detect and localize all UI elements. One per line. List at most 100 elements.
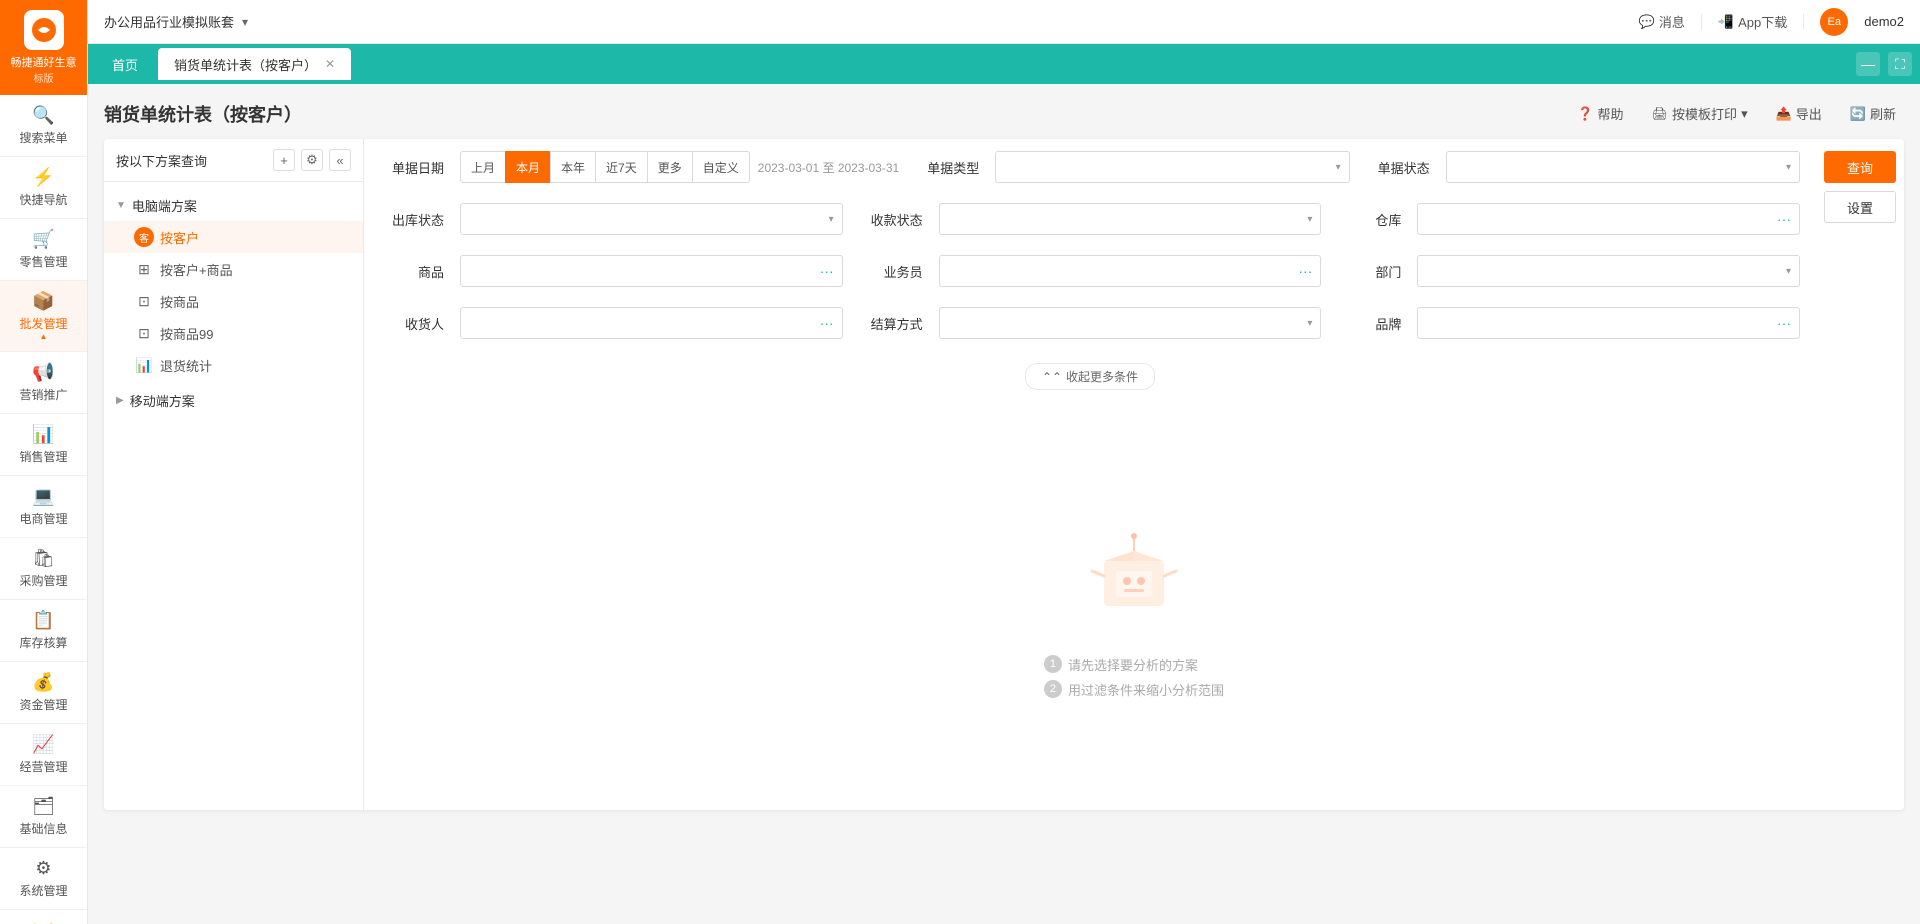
- status-label: 单据状态: [1366, 158, 1430, 177]
- tree-item-by-product99[interactable]: ⊡ 按商品99: [104, 317, 363, 349]
- tree-item-by-customer-product[interactable]: ⊞ 按客户+商品: [104, 253, 363, 285]
- marketing-icon: 📢: [32, 362, 54, 383]
- tab-sales-stat[interactable]: 销货单统计表（按客户） ✕: [158, 48, 351, 80]
- sidebar-item-operations[interactable]: 📈 经营管理: [0, 724, 88, 786]
- template-print-button[interactable]: 🖨 按模板打印 ▾: [1644, 100, 1756, 127]
- username[interactable]: demo2: [1864, 14, 1904, 29]
- dept-arrow: ▾: [1786, 266, 1791, 277]
- message-button[interactable]: 💬 消息: [1639, 12, 1685, 31]
- scheme-add-button[interactable]: +: [273, 149, 295, 171]
- basic-icon: 🗂: [32, 796, 55, 817]
- receiver-filter[interactable]: ···: [460, 307, 843, 339]
- retail-icon: 🛒: [32, 229, 54, 250]
- tree-item-by-customer[interactable]: 客 按客户: [104, 221, 363, 253]
- tab-home[interactable]: 首页: [96, 48, 154, 80]
- sidebar-item-retail[interactable]: 🛒 零售管理: [0, 219, 88, 281]
- app-subtitle: 标版: [34, 70, 54, 85]
- tree-group-pc-header[interactable]: ▼ 电脑端方案: [104, 190, 363, 221]
- warehouse-filter[interactable]: ···: [1417, 203, 1800, 235]
- divider: [1701, 14, 1702, 30]
- brand-label: 品牌: [1337, 314, 1401, 333]
- filter-row-3: 商品 ··· 业务员 ··· 部门: [364, 247, 1816, 287]
- query-button[interactable]: 查询: [1824, 151, 1896, 183]
- sidebar-item-label: 资金管理: [19, 696, 67, 713]
- sidebar-item-inventory[interactable]: 📋 库存核算: [0, 600, 88, 662]
- tab-close-button[interactable]: ✕: [325, 57, 335, 71]
- sidebar-item-quick-nav[interactable]: ⚡ 快捷导航: [0, 157, 88, 219]
- tree-item-by-product[interactable]: ⊡ 按商品: [104, 285, 363, 317]
- tree-collapse-arrow: ▶: [116, 395, 124, 406]
- empty-tip-1: 1 请先选择要分析的方案: [1044, 655, 1224, 674]
- date-btn-7days[interactable]: 近7天: [595, 151, 647, 183]
- page-actions: ❓ 帮助 🖨 按模板打印 ▾ 📤 导出 🔄 刷新: [1569, 100, 1904, 127]
- tree-group-label: 电脑端方案: [132, 196, 197, 215]
- purchase-icon: 🛍: [32, 548, 55, 569]
- avatar[interactable]: Ea: [1820, 8, 1848, 36]
- tab-fullscreen-button[interactable]: ⛶: [1888, 52, 1912, 76]
- date-btn-more[interactable]: 更多: [647, 151, 692, 183]
- help-button[interactable]: ❓ 帮助: [1569, 100, 1631, 127]
- goods-label: 商品: [380, 262, 444, 281]
- sidebar-item-label: 电商管理: [19, 510, 67, 527]
- inventory-icon: 📋: [32, 610, 54, 631]
- sidebar-item-ecommerce[interactable]: 💻 电商管理: [0, 476, 88, 538]
- stock-status-filter[interactable]: ▾: [460, 203, 843, 235]
- status-filter[interactable]: ▾: [1446, 151, 1800, 183]
- receiver-dots: ···: [820, 315, 834, 331]
- app-download-button[interactable]: 📲 App下载: [1718, 12, 1787, 31]
- warehouse-label: 仓库: [1337, 210, 1401, 229]
- sidebar-item-system[interactable]: ⚙ 系统管理: [0, 848, 88, 910]
- filter-row-2: 出库状态 ▾ 收款状态 ▾ 仓库: [364, 195, 1816, 235]
- topbar-left: 办公用品行业模拟账套 ▾: [104, 12, 248, 31]
- sidebar-item-purchase[interactable]: 🛍 采购管理: [0, 538, 88, 600]
- topbar-dropdown-arrow[interactable]: ▾: [242, 15, 248, 29]
- settings-button[interactable]: 设置: [1824, 191, 1896, 223]
- salesperson-filter[interactable]: ···: [939, 255, 1322, 287]
- collapse-bar: ⌃⌃ 收起更多条件: [364, 355, 1816, 398]
- status-dropdown-arrow: ▾: [1786, 162, 1791, 173]
- pay-status-filter[interactable]: ▾: [939, 203, 1322, 235]
- wholesale-icon: 📦: [32, 291, 54, 312]
- app-logo: 畅捷通好生意 标版: [0, 0, 88, 95]
- sidebar-item-enterprise[interactable]: 🤝 企业协同: [0, 910, 88, 924]
- date-btn-this-month[interactable]: 本月: [505, 151, 550, 183]
- page-title: 销货单统计表（按客户）: [104, 101, 302, 127]
- empty-state: 1 请先选择要分析的方案 2 用过滤条件来缩小分析范围: [1044, 516, 1224, 705]
- collapse-button[interactable]: ⌃⌃ 收起更多条件: [1025, 363, 1155, 390]
- date-btn-last-month[interactable]: 上月: [460, 151, 505, 183]
- sidebar-item-sales[interactable]: 📊 销售管理: [0, 414, 88, 476]
- type-filter[interactable]: ▾: [995, 151, 1349, 183]
- tree-expand-arrow: ▼: [116, 200, 126, 211]
- tab-minimize-button[interactable]: —: [1856, 52, 1880, 76]
- empty-tips: 1 请先选择要分析的方案 2 用过滤条件来缩小分析范围: [1044, 655, 1224, 705]
- filter-section: 单据日期 上月 本月 本年 近7天 更多 自定义 2023-03-01 至 20…: [364, 139, 1816, 398]
- sidebar-item-finance[interactable]: 💰 资金管理: [0, 662, 88, 724]
- sidebar-item-basic[interactable]: 🗂 基础信息: [0, 786, 88, 848]
- topbar-title: 办公用品行业模拟账套: [104, 12, 234, 31]
- sidebar-item-wholesale[interactable]: 📦 批发管理 ▲: [0, 281, 88, 352]
- sidebar-item-search[interactable]: 🔍 搜索菜单: [0, 95, 88, 157]
- sidebar-item-marketing[interactable]: 📢 营销推广: [0, 352, 88, 414]
- scheme-header-label: 按以下方案查询: [116, 151, 265, 170]
- brand-filter[interactable]: ···: [1417, 307, 1800, 339]
- empty-tip-2: 2 用过滤条件来缩小分析范围: [1044, 680, 1224, 699]
- product99-icon: ⊡: [134, 323, 154, 343]
- goods-filter[interactable]: ···: [460, 255, 843, 287]
- stock-status-label: 出库状态: [380, 210, 444, 229]
- date-range-display: 2023-03-01 至 2023-03-31: [758, 159, 899, 176]
- scheme-collapse-button[interactable]: «: [329, 149, 351, 171]
- payment-method-filter[interactable]: ▾: [939, 307, 1322, 339]
- refresh-button[interactable]: 🔄 刷新: [1842, 100, 1904, 127]
- pay-status-label: 收款状态: [859, 210, 923, 229]
- return-stat-icon: 📊: [134, 355, 154, 375]
- tree-item-return-stat[interactable]: 📊 退货统计: [104, 349, 363, 381]
- export-button[interactable]: 📤 导出: [1768, 100, 1830, 127]
- date-btn-this-year[interactable]: 本年: [550, 151, 595, 183]
- date-btn-custom[interactable]: 自定义: [692, 151, 750, 183]
- dept-filter[interactable]: ▾: [1417, 255, 1800, 287]
- tree-group-mobile: ▶ 移动端方案: [104, 385, 363, 416]
- topbar: 办公用品行业模拟账套 ▾ 💬 消息 📲 App下载 Ea demo2: [88, 0, 1920, 44]
- tree-group-mobile-header[interactable]: ▶ 移动端方案: [104, 385, 363, 416]
- scheme-settings-button[interactable]: ⚙: [301, 149, 323, 171]
- sidebar-item-label: 零售管理: [19, 253, 67, 270]
